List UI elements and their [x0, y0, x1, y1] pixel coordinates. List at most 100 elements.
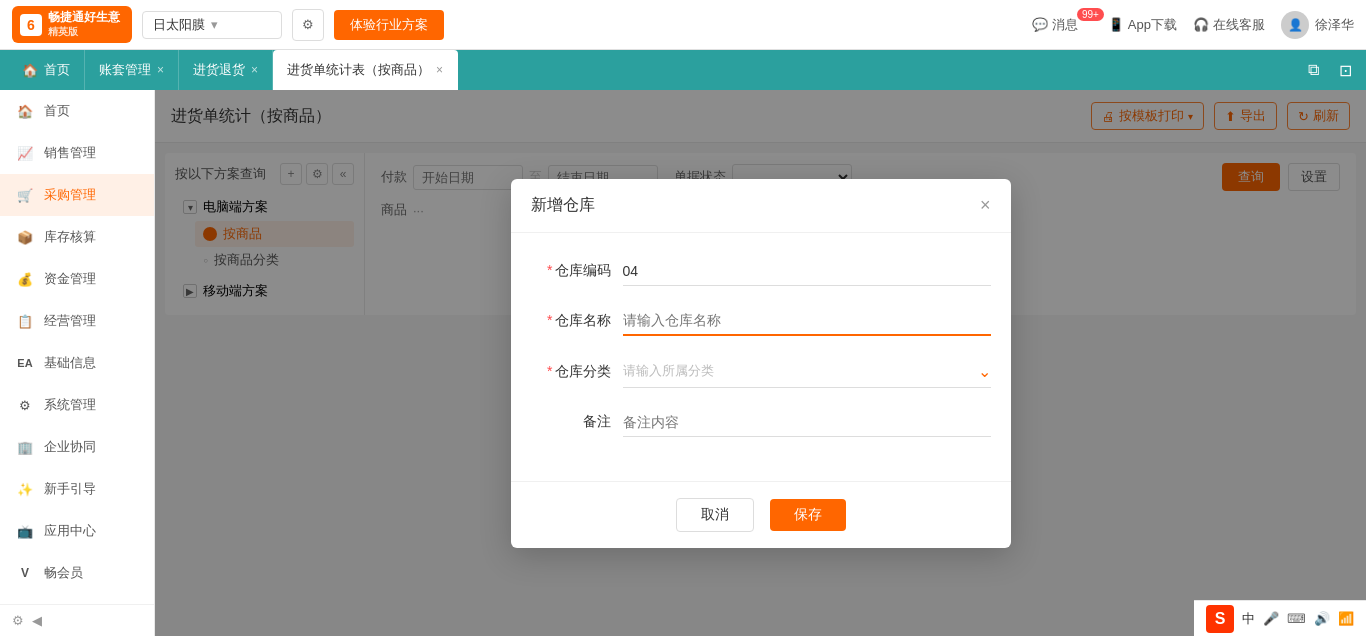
tab-purchase-stats-close[interactable]: ×: [436, 63, 443, 77]
keyboard-icon[interactable]: ⌨: [1287, 611, 1306, 626]
tab-bar-right: ⧉ ⊡: [1302, 59, 1358, 82]
sidebar-item-sales[interactable]: 📈 销售管理: [0, 132, 154, 174]
modal-close-button[interactable]: ×: [980, 196, 991, 214]
message-label: 消息: [1052, 16, 1078, 34]
sidebar-label-member: 畅会员: [44, 564, 83, 582]
top-right-area: 💬 消息 99+ 📱 App下载 🎧 在线客服 👤 徐泽华: [1032, 11, 1354, 39]
sidebar-item-home[interactable]: 🏠 首页: [0, 90, 154, 132]
app-download[interactable]: 📱 App下载: [1108, 16, 1177, 34]
sidebar-settings-icon[interactable]: ⚙: [12, 613, 24, 628]
username: 徐泽华: [1315, 16, 1354, 34]
logo-sub-text: 精英版: [48, 25, 120, 39]
system-icon: ⚙: [16, 396, 34, 414]
network-icon[interactable]: 📶: [1338, 611, 1354, 626]
tab-purchase-stats[interactable]: 进货单统计表（按商品） ×: [273, 50, 458, 90]
modal-title: 新增仓库: [531, 195, 595, 216]
trial-button[interactable]: 体验行业方案: [334, 10, 444, 40]
sales-icon: 📈: [16, 144, 34, 162]
member-icon: V: [16, 564, 34, 582]
sidebar-item-member[interactable]: V 畅会员: [0, 552, 154, 594]
sidebar-label-inventory: 库存核算: [44, 228, 96, 246]
speaker-icon[interactable]: 🔊: [1314, 611, 1330, 626]
home-tab-label: 首页: [44, 61, 70, 79]
appcenter-icon: 📺: [16, 522, 34, 540]
tab-purchase-return-close[interactable]: ×: [251, 63, 258, 77]
sidebar-item-finance[interactable]: 💰 资金管理: [0, 258, 154, 300]
gear-icon: ⚙: [302, 17, 314, 32]
sidebar-item-guide[interactable]: ✨ 新手引导: [0, 468, 154, 510]
logo-main-text: 畅捷通好生意: [48, 10, 120, 26]
message-badge[interactable]: 💬 消息 99+: [1032, 16, 1092, 34]
user-avatar: 👤: [1281, 11, 1309, 39]
window-fullscreen-btn[interactable]: ⊡: [1333, 59, 1358, 82]
sidebar-item-inventory[interactable]: 📦 库存核算: [0, 216, 154, 258]
required-mark-name: *: [547, 312, 552, 328]
sidebar-item-basic[interactable]: EA 基础信息: [0, 342, 154, 384]
tab-purchase-return-label: 进货退货: [193, 61, 245, 79]
tab-account-label: 账套管理: [99, 61, 151, 79]
tab-account-close[interactable]: ×: [157, 63, 164, 77]
tab-bar: 🏠 首页 账套管理 × 进货退货 × 进货单统计表（按商品） × ⧉ ⊡: [0, 50, 1366, 90]
finance-icon: 💰: [16, 270, 34, 288]
logo-icon: 6: [20, 14, 42, 36]
sidebar-item-purchase[interactable]: 🛒 采购管理: [0, 174, 154, 216]
form-label-code: *仓库编码: [531, 262, 611, 280]
app-download-label: App下载: [1128, 16, 1177, 34]
modal-overlay: 新增仓库 × *仓库编码 *仓库名称: [155, 90, 1366, 636]
sidebar-label-guide: 新手引导: [44, 480, 96, 498]
new-warehouse-modal: 新增仓库 × *仓库编码 *仓库名称: [511, 179, 1011, 548]
store-name: 日太阳膜: [153, 16, 205, 34]
tab-home[interactable]: 🏠 首页: [8, 50, 85, 90]
content-area: 进货单统计（按商品） 🖨 按模板打印 ▾ ⬆ 导出 ↻ 刷新: [155, 90, 1366, 636]
warehouse-code-input[interactable]: [623, 257, 991, 286]
form-row-note: 备注: [531, 408, 991, 437]
required-mark-code: *: [547, 262, 552, 278]
top-bar: 6 畅捷通好生意 精英版 日太阳膜 ▾ ⚙ 体验行业方案 💬 消息 99+ 📱 …: [0, 0, 1366, 50]
headset-icon: 🎧: [1193, 17, 1209, 32]
sidebar-bottom: ⚙ ◀: [0, 604, 154, 636]
warehouse-category-select[interactable]: 请输入所属分类 ⌄: [623, 356, 991, 388]
bottom-right-bar: S 中 🎤 ⌨ 🔊 📶: [1194, 600, 1366, 636]
form-label-category: *仓库分类: [531, 363, 611, 381]
sidebar-item-operations[interactable]: 📋 经营管理: [0, 300, 154, 342]
home-tab-icon: 🏠: [22, 63, 38, 78]
inventory-icon: 📦: [16, 228, 34, 246]
sidebar-label-sales: 销售管理: [44, 144, 96, 162]
tab-purchase-stats-label: 进货单统计表（按商品）: [287, 61, 430, 79]
sidebar-sound-icon[interactable]: ◀: [32, 613, 42, 628]
sidebar-label-purchase: 采购管理: [44, 186, 96, 204]
basic-info-icon: EA: [16, 354, 34, 372]
store-selector[interactable]: 日太阳膜 ▾: [142, 11, 282, 39]
gear-button[interactable]: ⚙: [292, 9, 324, 41]
mic-icon[interactable]: 🎤: [1263, 611, 1279, 626]
purchase-icon: 🛒: [16, 186, 34, 204]
sidebar-label-home: 首页: [44, 102, 70, 120]
sidebar-label-system: 系统管理: [44, 396, 96, 414]
save-button[interactable]: 保存: [770, 499, 846, 531]
online-service[interactable]: 🎧 在线客服: [1193, 16, 1265, 34]
sidebar-item-system[interactable]: ⚙ 系统管理: [0, 384, 154, 426]
sidebar-label-basic: 基础信息: [44, 354, 96, 372]
enterprise-icon: 🏢: [16, 438, 34, 456]
window-restore-btn[interactable]: ⧉: [1302, 59, 1325, 81]
sidebar-label-appcenter: 应用中心: [44, 522, 96, 540]
form-row-category: *仓库分类 请输入所属分类 ⌄: [531, 356, 991, 388]
tab-purchase-return[interactable]: 进货退货 ×: [179, 50, 273, 90]
message-icon: 💬: [1032, 17, 1048, 32]
form-row-code: *仓库编码: [531, 257, 991, 286]
sidebar-label-enterprise: 企业协同: [44, 438, 96, 456]
s-logo: S: [1206, 605, 1234, 633]
sidebar-item-enterprise[interactable]: 🏢 企业协同: [0, 426, 154, 468]
cancel-button[interactable]: 取消: [676, 498, 754, 532]
warehouse-name-input[interactable]: [623, 306, 991, 336]
sidebar-label-finance: 资金管理: [44, 270, 96, 288]
warehouse-note-input[interactable]: [623, 408, 991, 437]
sidebar-item-appcenter[interactable]: 📺 应用中心: [0, 510, 154, 552]
required-mark-category: *: [547, 363, 552, 379]
modal-footer: 取消 保存: [511, 481, 1011, 548]
sidebar: 🏠 首页 📈 销售管理 🛒 采购管理 📦 库存核算 💰 资金管理 📋 经营管理 …: [0, 90, 155, 636]
form-label-name: *仓库名称: [531, 312, 611, 330]
tab-account[interactable]: 账套管理 ×: [85, 50, 179, 90]
operations-icon: 📋: [16, 312, 34, 330]
user-info[interactable]: 👤 徐泽华: [1281, 11, 1354, 39]
